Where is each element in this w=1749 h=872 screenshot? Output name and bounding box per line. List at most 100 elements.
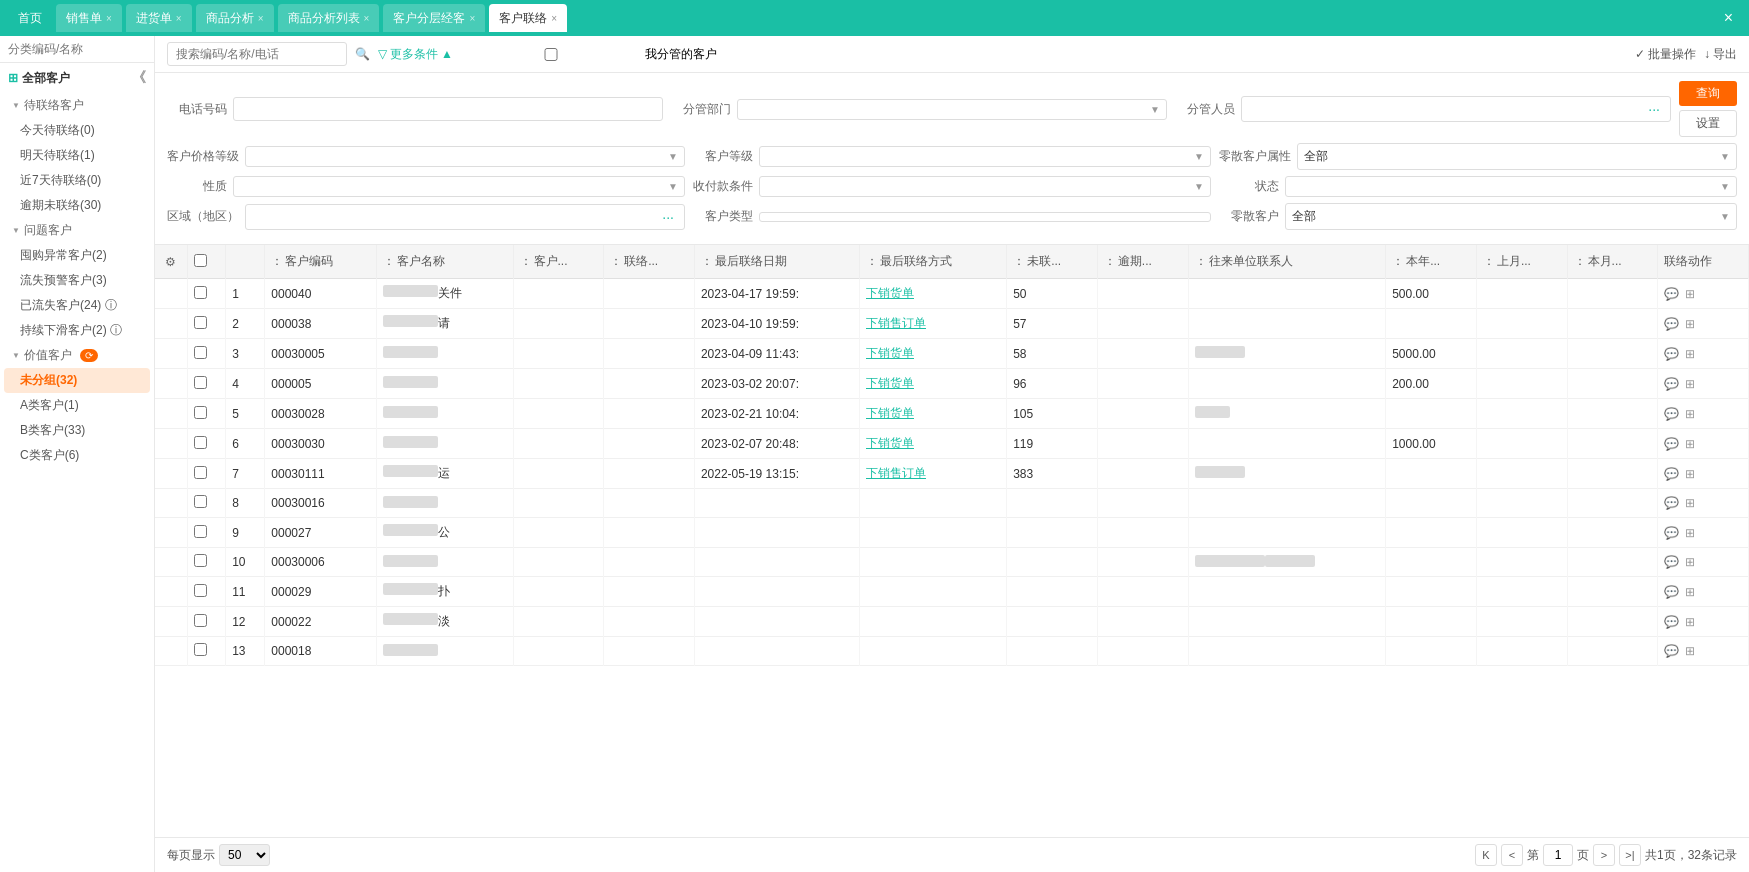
th-overdue[interactable]: ：逾期... [1097, 245, 1188, 279]
th-this-month[interactable]: ：本月... [1567, 245, 1658, 279]
customer-level-select[interactable]: ▼ [759, 146, 1211, 167]
tab-purchase[interactable]: 进货单 × [126, 4, 192, 32]
td-check[interactable] [187, 637, 226, 666]
more-conditions-btn[interactable]: ▽ 更多条件 ▲ [378, 46, 453, 63]
sidebar-group-value[interactable]: ▼ 价值客户 ⟳ [0, 343, 154, 368]
sidebar-item-c-class[interactable]: C类客户(6) [0, 443, 154, 468]
last-page-btn[interactable]: >| [1619, 844, 1641, 866]
sidebar-item-overdue[interactable]: 逾期未联络(30) [0, 193, 154, 218]
th-type[interactable]: ：客户... [513, 245, 604, 279]
row-checkbox[interactable] [194, 614, 207, 627]
chat-icon[interactable]: 💬 [1664, 287, 1679, 301]
sidebar-item-7days[interactable]: 近7天待联络(0) [0, 168, 154, 193]
chat-icon[interactable]: 💬 [1664, 467, 1679, 481]
td-check[interactable] [187, 518, 226, 548]
th-contact[interactable]: ：联络... [604, 245, 695, 279]
sidebar-search-input[interactable] [8, 42, 155, 56]
grid-icon[interactable]: ⊞ [1685, 644, 1695, 658]
region-ellipsis-icon[interactable]: ··· [658, 209, 678, 225]
retail-attr-select[interactable]: 全部 ▼ [1297, 143, 1737, 170]
td-check[interactable] [187, 459, 226, 489]
contact-method-link[interactable]: 下销售订单 [866, 466, 926, 480]
search-icon[interactable]: 🔍 [355, 47, 370, 61]
tab-customer-contact[interactable]: 客户联络 × [489, 4, 567, 32]
td-check[interactable] [187, 369, 226, 399]
row-checkbox[interactable] [194, 466, 207, 479]
customer-type-select[interactable] [759, 212, 1211, 222]
chat-icon[interactable]: 💬 [1664, 615, 1679, 629]
row-checkbox[interactable] [194, 346, 207, 359]
person-select[interactable]: ··· [1241, 96, 1671, 122]
th-name[interactable]: ：客户名称 [376, 245, 513, 279]
grid-icon[interactable]: ⊞ [1685, 437, 1695, 451]
contact-method-link[interactable]: 下销货单 [866, 406, 914, 420]
tab-home[interactable]: 首页 [8, 4, 52, 32]
sidebar-item-tomorrow[interactable]: 明天待联络(1) [0, 143, 154, 168]
td-check[interactable] [187, 577, 226, 607]
sidebar-group-pending[interactable]: ▼ 待联络客户 [0, 93, 154, 118]
contact-method-link[interactable]: 下销货单 [866, 436, 914, 450]
retail-customer-select[interactable]: 全部 ▼ [1285, 203, 1737, 230]
td-check[interactable] [187, 279, 226, 309]
tab-product-analysis-list-close[interactable]: × [364, 13, 370, 24]
sidebar-item-today[interactable]: 今天待联络(0) [0, 118, 154, 143]
chat-icon[interactable]: 💬 [1664, 437, 1679, 451]
row-checkbox[interactable] [194, 584, 207, 597]
tab-customer-segment[interactable]: 客户分层经客 × [383, 4, 485, 32]
chat-icon[interactable]: 💬 [1664, 347, 1679, 361]
tab-customer-segment-close[interactable]: × [469, 13, 475, 24]
th-uncontacted[interactable]: ：未联... [1007, 245, 1098, 279]
person-ellipsis-icon[interactable]: ··· [1644, 101, 1664, 117]
phone-input[interactable] [233, 97, 663, 121]
tab-product-analysis[interactable]: 商品分析 × [196, 4, 274, 32]
search-input[interactable] [167, 42, 347, 66]
td-check[interactable] [187, 489, 226, 518]
region-select[interactable]: ··· [245, 204, 685, 230]
my-customers-checkbox-label[interactable]: 我分管的客户 [461, 46, 717, 63]
grid-icon[interactable]: ⊞ [1685, 467, 1695, 481]
td-check[interactable] [187, 429, 226, 459]
status-select[interactable]: ▼ [1285, 176, 1737, 197]
sidebar-item-declining[interactable]: 持续下滑客户(2) ⓘ [0, 318, 154, 343]
first-page-btn[interactable]: K [1475, 844, 1497, 866]
sidebar-group-problem[interactable]: ▼ 问题客户 [0, 218, 154, 243]
row-checkbox[interactable] [194, 495, 207, 508]
tab-sales[interactable]: 销售单 × [56, 4, 122, 32]
sidebar-item-ungrouped[interactable]: 未分组(32) [4, 368, 150, 393]
row-checkbox[interactable] [194, 525, 207, 538]
price-level-select[interactable]: ▼ [245, 146, 685, 167]
grid-icon[interactable]: ⊞ [1685, 317, 1695, 331]
next-page-btn[interactable]: > [1593, 844, 1615, 866]
th-code[interactable]: ：客户编码 [265, 245, 376, 279]
contact-method-link[interactable]: 下销货单 [866, 346, 914, 360]
grid-icon[interactable]: ⊞ [1685, 287, 1695, 301]
chat-icon[interactable]: 💬 [1664, 496, 1679, 510]
grid-icon[interactable]: ⊞ [1685, 377, 1695, 391]
tab-customer-contact-close[interactable]: × [551, 13, 557, 24]
td-check[interactable] [187, 548, 226, 577]
grid-icon[interactable]: ⊞ [1685, 496, 1695, 510]
th-last-month[interactable]: ：上月... [1476, 245, 1567, 279]
gender-select[interactable]: ▼ [233, 176, 685, 197]
contact-method-link[interactable]: 下销货单 [866, 376, 914, 390]
prev-page-btn[interactable]: < [1501, 844, 1523, 866]
grid-icon[interactable]: ⊞ [1685, 585, 1695, 599]
all-customers-header[interactable]: ⊞ 全部客户 《 [0, 63, 154, 93]
row-checkbox[interactable] [194, 316, 207, 329]
batch-ops-btn[interactable]: ✓ 批量操作 [1635, 46, 1696, 63]
tab-sales-close[interactable]: × [106, 13, 112, 24]
select-all-checkbox[interactable] [194, 254, 207, 267]
td-check[interactable] [187, 339, 226, 369]
export-btn[interactable]: ↓ 导出 [1704, 46, 1737, 63]
contact-method-link[interactable]: 下销售订单 [866, 316, 926, 330]
contact-method-link[interactable]: 下销货单 [866, 286, 914, 300]
grid-icon[interactable]: ⊞ [1685, 407, 1695, 421]
row-checkbox[interactable] [194, 376, 207, 389]
window-close-btn[interactable]: × [1716, 9, 1741, 27]
sidebar-item-loss-warning[interactable]: 流失预警客户(3) [0, 268, 154, 293]
tab-product-analysis-list[interactable]: 商品分析列表 × [278, 4, 380, 32]
page-number-input[interactable] [1543, 844, 1573, 866]
my-customers-checkbox[interactable] [461, 48, 641, 61]
td-check[interactable] [187, 309, 226, 339]
row-checkbox[interactable] [194, 406, 207, 419]
